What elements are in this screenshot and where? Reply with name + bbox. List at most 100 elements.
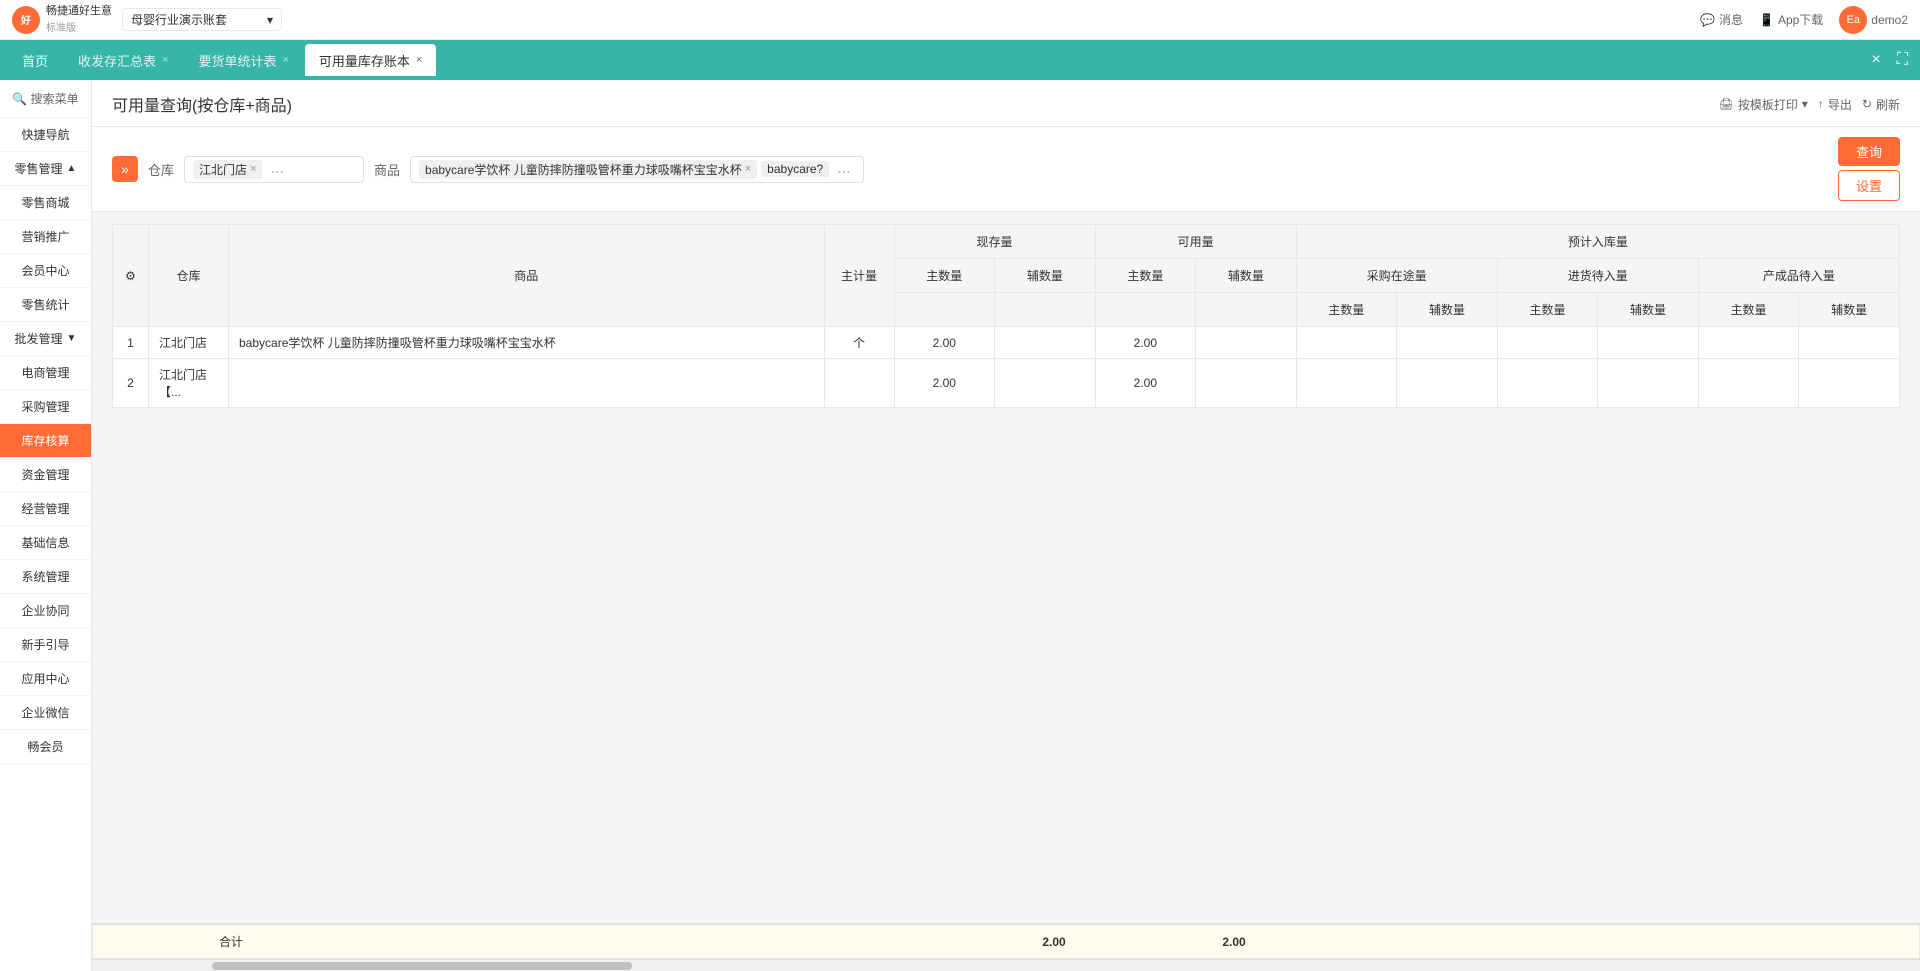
- current-stock-header: 现存量: [894, 225, 1095, 259]
- close-icon[interactable]: ×: [416, 54, 422, 66]
- remove-tag-button[interactable]: ×: [250, 163, 256, 175]
- sidebar-item-retail-mgmt[interactable]: 零售管理 ▲: [0, 152, 91, 186]
- sidebar-item-enterprise-wechat[interactable]: 企业微信: [0, 696, 91, 730]
- sidebar-quick-nav[interactable]: 快捷导航: [0, 118, 91, 152]
- chevron-down-icon: ▾: [267, 13, 273, 27]
- arrow-icon: ▼: [67, 333, 77, 344]
- page-header: 可用量查询(按仓库+商品) 🖨 按模板打印 ▾ ↑ 导出 ↻ 刷新: [92, 80, 1920, 127]
- product-more-dots[interactable]: ...: [833, 160, 854, 178]
- print-button[interactable]: 🖨 按模板打印 ▾: [1719, 96, 1808, 113]
- row2-unit: [824, 359, 894, 408]
- row1-product: babycare学饮杯 儿童防摔防撞吸管杯重力球吸嘴杯宝宝水杯: [229, 327, 825, 359]
- warehouse-label: 仓库: [148, 160, 174, 179]
- content-area: 可用量查询(按仓库+商品) 🖨 按模板打印 ▾ ↑ 导出 ↻ 刷新: [92, 80, 1920, 971]
- phone-icon: 📱: [1759, 13, 1774, 27]
- logo-icon: 好: [12, 6, 40, 34]
- nav-controls: × ⛶: [1867, 51, 1912, 69]
- horizontal-scrollbar[interactable]: [92, 959, 1920, 971]
- tab-home[interactable]: 首页: [8, 51, 62, 70]
- pp-aux-qty: 辅数量: [1799, 293, 1900, 327]
- arrow-icon: ▲: [67, 163, 77, 174]
- more-dots[interactable]: ...: [266, 160, 287, 178]
- industry-select[interactable]: 母婴行业演示账套 ▾: [122, 8, 282, 31]
- message-action[interactable]: 💬 消息: [1700, 11, 1743, 28]
- row1-current-aux: [995, 327, 1096, 359]
- warehouse-header: 仓库: [149, 225, 229, 327]
- query-button[interactable]: 查询: [1838, 137, 1900, 166]
- sidebar-item-inventory[interactable]: 库存核算: [0, 424, 91, 458]
- sidebar-item-marketing[interactable]: 营销推广: [0, 220, 91, 254]
- sidebar-search[interactable]: 🔍 搜索菜单: [0, 80, 91, 118]
- sidebar-item-sys-mgmt[interactable]: 系统管理: [0, 560, 91, 594]
- pt-aux-qty: 辅数量: [1397, 293, 1498, 327]
- row2-gp-main: [1497, 359, 1598, 408]
- row2-pt-main: [1296, 359, 1397, 408]
- page-title: 可用量查询(按仓库+商品): [112, 92, 292, 126]
- filter-toggle-button[interactable]: »: [112, 156, 138, 182]
- current-main-header: 主数量: [894, 259, 995, 293]
- topbar: 好 畅捷通好生意 标准版 母婴行业演示账套 ▾ 💬 消息 📱 App下载 Ea …: [0, 0, 1920, 40]
- av-aux-qty: [1196, 293, 1297, 327]
- row2-current-aux: [995, 359, 1096, 408]
- refresh-button[interactable]: ↻ 刷新: [1862, 96, 1900, 113]
- message-icon: 💬: [1700, 13, 1715, 27]
- sidebar-item-label: 资金管理: [21, 468, 69, 482]
- product-filter-input[interactable]: babycare学饮杯 儿童防摔防撞吸管杯重力球吸嘴杯宝宝水杯 × babyca…: [410, 156, 864, 183]
- row2-current-main: 2.00: [894, 359, 995, 408]
- tab-order[interactable]: 要货单统计表 ×: [184, 44, 302, 76]
- warehouse-tag-label: 江北门店: [199, 161, 247, 178]
- tab-available[interactable]: 可用量库存账本 ×: [305, 44, 436, 76]
- search-icon: 🔍: [12, 92, 27, 106]
- sidebar-item-basic-info[interactable]: 基础信息: [0, 526, 91, 560]
- product-label: 商品: [374, 160, 400, 179]
- product-header: 商品: [229, 225, 825, 327]
- settings-button[interactable]: 设置: [1838, 170, 1900, 201]
- sidebar-item-label: 应用中心: [21, 672, 69, 686]
- sidebar-item-label: 新手引导: [21, 638, 69, 652]
- sidebar-item-label: 库存核算: [21, 432, 69, 449]
- remove-product-tag-button[interactable]: ×: [745, 163, 751, 175]
- av-main-qty: [1095, 293, 1196, 327]
- sidebar-item-member[interactable]: 畅会员: [0, 730, 91, 764]
- export-button[interactable]: ↑ 导出: [1818, 96, 1852, 113]
- settings-header: ⚙: [113, 225, 149, 327]
- app-download-action[interactable]: 📱 App下载: [1759, 11, 1823, 28]
- footer-label: 合计: [219, 933, 939, 950]
- logo-text-block: 畅捷通好生意 标准版: [46, 5, 112, 33]
- product-tag-2: babycare?: [761, 161, 829, 177]
- sidebar-item-finance[interactable]: 资金管理: [0, 458, 91, 492]
- tab-collect[interactable]: 收发存汇总表 ×: [64, 44, 182, 76]
- user-action[interactable]: Ea demo2: [1839, 6, 1908, 34]
- row1-available-main: 2.00: [1095, 327, 1196, 359]
- sidebar-item-wholesale-mgmt[interactable]: 批发管理 ▼: [0, 322, 91, 356]
- sidebar-item-label: 畅会员: [27, 740, 63, 754]
- sidebar-item-label: 零售统计: [21, 298, 69, 312]
- warehouse-filter-input[interactable]: 江北门店 × ...: [184, 156, 364, 183]
- print-label: 按模板打印: [1738, 96, 1798, 113]
- sidebar-item-ecommerce[interactable]: 电商管理: [0, 356, 91, 390]
- sidebar-item-new-guide[interactable]: 新手引导: [0, 628, 91, 662]
- sidebar-item-retail-mall[interactable]: 零售商城: [0, 186, 91, 220]
- sidebar-item-label: 电商管理: [21, 366, 69, 380]
- sidebar-item-enterprise-collab[interactable]: 企业协同: [0, 594, 91, 628]
- sidebar-item-purchase[interactable]: 采购管理: [0, 390, 91, 424]
- sidebar-item-ops[interactable]: 经营管理: [0, 492, 91, 526]
- row1-pt-main: [1296, 327, 1397, 359]
- cs-main-qty: [894, 293, 995, 327]
- product-tag-1: babycare学饮杯 儿童防摔防撞吸管杯重力球吸嘴杯宝宝水杯 ×: [419, 160, 757, 179]
- close-icon[interactable]: ×: [162, 54, 168, 66]
- refresh-icon: ↻: [1862, 97, 1872, 111]
- close-icon[interactable]: ×: [282, 54, 288, 66]
- filter-action-buttons: 查询 设置: [1838, 137, 1900, 201]
- sidebar-item-retail-stats[interactable]: 零售统计: [0, 288, 91, 322]
- row2-pp-aux: [1799, 359, 1900, 408]
- close-all-button[interactable]: ×: [1867, 51, 1884, 69]
- scroll-thumb[interactable]: [212, 962, 632, 970]
- sidebar-item-member-center[interactable]: 会员中心: [0, 254, 91, 288]
- pp-main-qty: 主数量: [1698, 293, 1799, 327]
- export-label: 导出: [1828, 96, 1852, 113]
- expand-button[interactable]: ⛶: [1893, 51, 1912, 69]
- table-row: 2 江北门店【... 2.00 2.00: [113, 359, 1900, 408]
- sidebar-item-app-center[interactable]: 应用中心: [0, 662, 91, 696]
- filter-bar: » 仓库 江北门店 × ... 商品 babycare学饮杯 儿童防摔防撞吸管杯…: [92, 127, 1920, 212]
